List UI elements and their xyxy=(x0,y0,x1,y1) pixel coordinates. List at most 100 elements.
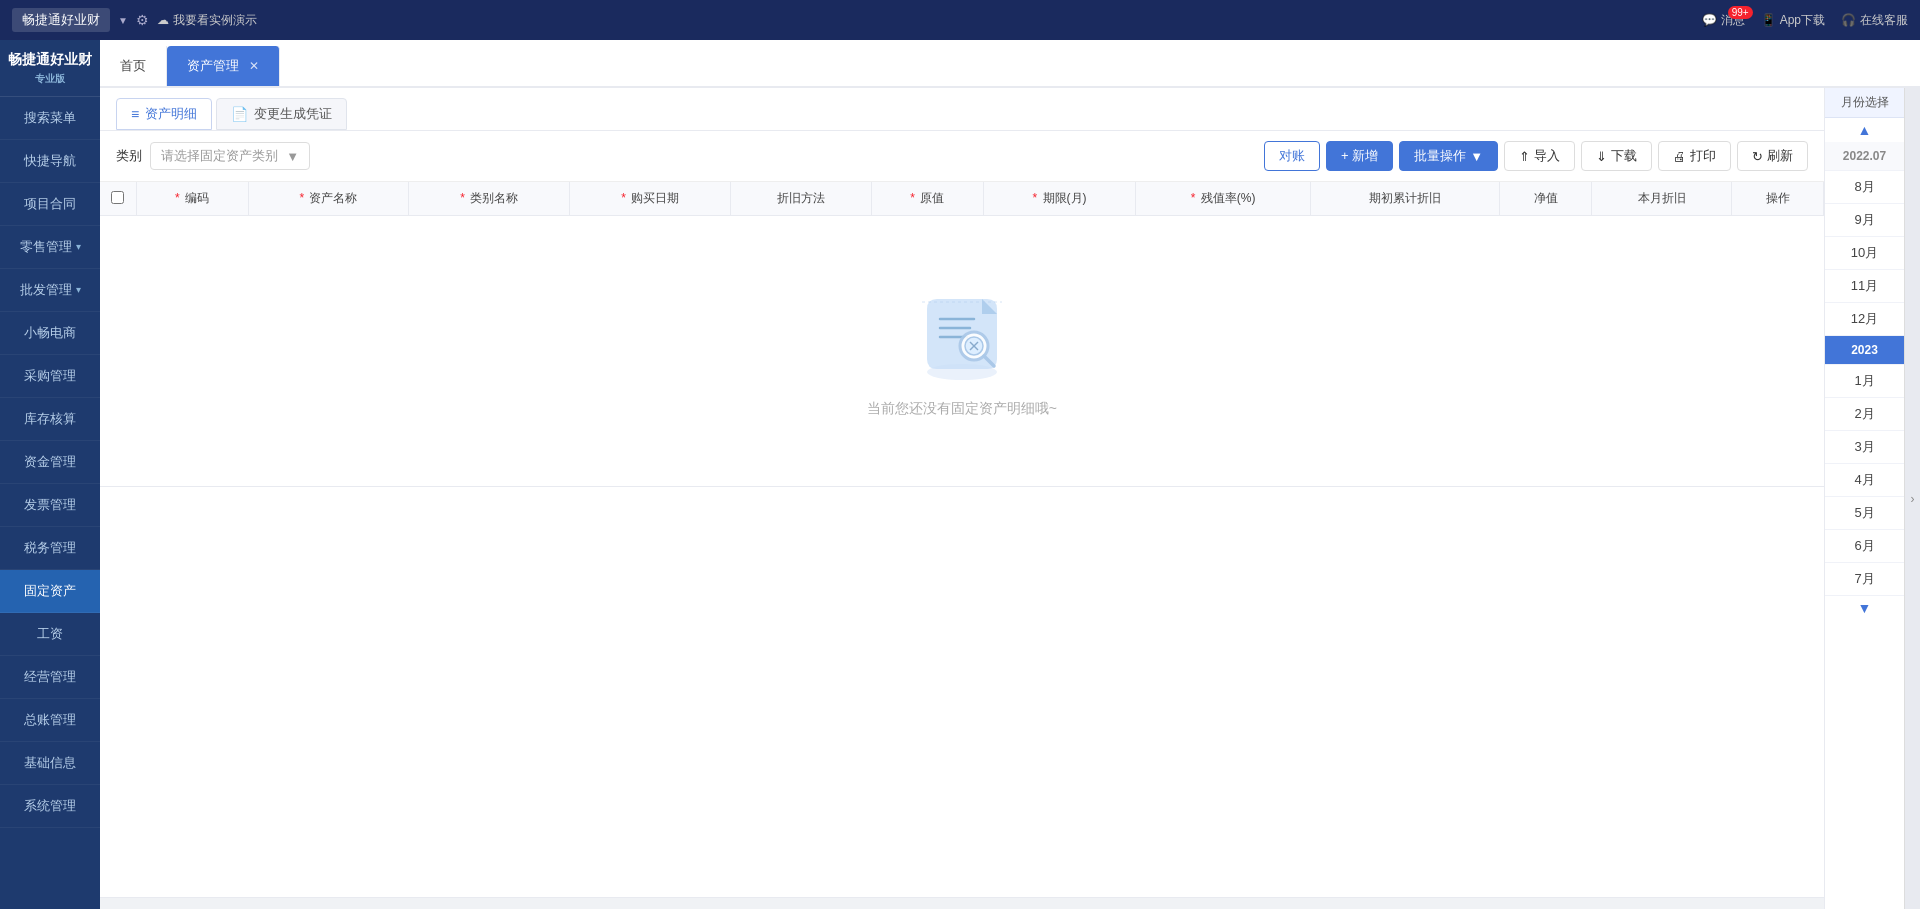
sidebar-item-basic-info[interactable]: 基础信息 xyxy=(0,742,100,785)
sub-tab-change-voucher[interactable]: 📄 变更生成凭证 xyxy=(216,98,347,130)
company-dropdown-icon[interactable]: ▼ xyxy=(118,15,128,26)
month-6-2023[interactable]: 6月 xyxy=(1825,530,1904,563)
col-monthly-depreciation: 本月折旧 xyxy=(1591,182,1731,216)
col-residual-rate: * 残值率(%) xyxy=(1136,182,1310,216)
refresh-button[interactable]: ↻ 刷新 xyxy=(1737,141,1808,171)
inner-content: ≡ 资产明细 📄 变更生成凭证 类别 请选择固定资产类别 ▼ xyxy=(100,88,1824,909)
sidebar-item-retail[interactable]: 零售管理 ▾ xyxy=(0,226,100,269)
sidebar-item-project[interactable]: 项目合同 xyxy=(0,183,100,226)
year-2023-badge[interactable]: 2023 xyxy=(1825,336,1904,365)
col-category: * 类别名称 xyxy=(409,182,570,216)
tab-asset-mgmt[interactable]: 资产管理 ✕ xyxy=(167,46,280,86)
month-7-2023[interactable]: 7月 xyxy=(1825,563,1904,596)
empty-state: 当前您还没有固定资产明细哦~ xyxy=(110,224,1814,478)
year-2022-label: 2022.07 xyxy=(1825,142,1904,171)
empty-illustration xyxy=(902,284,1022,384)
sidebar-logo: 畅捷通好业财 专业版 xyxy=(0,40,100,97)
message-button[interactable]: 💬 消息 99+ xyxy=(1702,12,1745,29)
sidebar-item-system[interactable]: 系统管理 xyxy=(0,785,100,828)
online-service-button[interactable]: 🎧 在线客服 xyxy=(1841,12,1908,29)
month-nav-up[interactable]: ▲ xyxy=(1825,118,1904,142)
top-bar: 畅捷通好业财 ▼ ⚙ ☁ 我要看实例演示 💬 消息 99+ 📱 App下载 🎧 … xyxy=(0,0,1920,40)
demo-link[interactable]: ☁ 我要看实例演示 xyxy=(157,12,257,29)
month-5-2023[interactable]: 5月 xyxy=(1825,497,1904,530)
month-11[interactable]: 11月 xyxy=(1825,270,1904,303)
print-button[interactable]: 🖨 打印 xyxy=(1658,141,1731,171)
reconcile-button[interactable]: 对账 xyxy=(1264,141,1320,171)
main-layout: 畅捷通好业财 专业版 搜索菜单 快捷导航 项目合同 零售管理 ▾ 批发管理 ▾ … xyxy=(0,40,1920,909)
col-original-value: * 原值 xyxy=(871,182,983,216)
mobile-icon: 📱 xyxy=(1761,13,1776,27)
category-label: 类别 xyxy=(116,147,142,165)
month-nav-down[interactable]: ▼ xyxy=(1825,596,1904,620)
col-checkbox xyxy=(100,182,136,216)
sidebar-item-inventory[interactable]: 库存核算 xyxy=(0,398,100,441)
retail-arrow-icon: ▾ xyxy=(76,241,81,252)
sidebar-item-purchase[interactable]: 采购管理 xyxy=(0,355,100,398)
add-button[interactable]: + 新增 xyxy=(1326,141,1393,171)
panel-collapse-button[interactable]: › xyxy=(1904,88,1920,909)
month-10[interactable]: 10月 xyxy=(1825,237,1904,270)
message-icon: 💬 xyxy=(1702,13,1717,27)
month-4-2023[interactable]: 4月 xyxy=(1825,464,1904,497)
doc-icon: 📄 xyxy=(231,106,248,122)
sidebar-item-fixed-assets[interactable]: 固定资产 xyxy=(0,570,100,613)
import-button[interactable]: ⇑ 导入 xyxy=(1504,141,1575,171)
col-accumulated-depreciation: 期初累计折旧 xyxy=(1310,182,1499,216)
bottom-scrollbar[interactable] xyxy=(100,897,1824,909)
col-period-months: * 期限(月) xyxy=(983,182,1136,216)
sidebar-item-operations[interactable]: 经营管理 xyxy=(0,656,100,699)
batch-button[interactable]: 批量操作 ▼ xyxy=(1399,141,1498,171)
sidebar-item-payroll[interactable]: 工资 xyxy=(0,613,100,656)
sidebar-item-wholesale[interactable]: 批发管理 ▾ xyxy=(0,269,100,312)
sub-tab-asset-detail[interactable]: ≡ 资产明细 xyxy=(116,98,212,130)
col-depreciation-method: 折旧方法 xyxy=(731,182,871,216)
col-purchase-date: * 购买日期 xyxy=(570,182,731,216)
col-operation: 操作 xyxy=(1732,182,1824,216)
col-name: * 资产名称 xyxy=(248,182,409,216)
settings-icon[interactable]: ⚙ xyxy=(136,12,149,28)
wholesale-arrow-icon: ▾ xyxy=(76,284,81,295)
import-icon: ⇑ xyxy=(1519,149,1530,164)
month-12[interactable]: 12月 xyxy=(1825,303,1904,336)
month-9[interactable]: 9月 xyxy=(1825,204,1904,237)
sidebar: 畅捷通好业财 专业版 搜索菜单 快捷导航 项目合同 零售管理 ▾ 批发管理 ▾ … xyxy=(0,40,100,909)
cloud-icon: ☁ xyxy=(157,13,169,27)
edition-label: 专业版 xyxy=(8,72,92,86)
tab-bar: 首页 资产管理 ✕ xyxy=(100,40,1920,88)
sidebar-item-ledger[interactable]: 总账管理 xyxy=(0,699,100,742)
download-button[interactable]: ⇓ 下载 xyxy=(1581,141,1652,171)
sidebar-item-finance[interactable]: 资金管理 xyxy=(0,441,100,484)
sidebar-item-invoice[interactable]: 发票管理 xyxy=(0,484,100,527)
app-download-button[interactable]: 📱 App下载 xyxy=(1761,12,1825,29)
sidebar-item-quick-nav[interactable]: 快捷导航 xyxy=(0,140,100,183)
table-header-row: * 编码 * 资产名称 * 类别名称 xyxy=(100,182,1824,216)
app-name: 畅捷通好业财 xyxy=(8,50,92,70)
category-select[interactable]: 请选择固定资产类别 ▼ xyxy=(150,142,310,170)
collapse-icon: › xyxy=(1911,492,1915,506)
month-2-2023[interactable]: 2月 xyxy=(1825,398,1904,431)
month-8[interactable]: 8月 xyxy=(1825,171,1904,204)
asset-table: * 编码 * 资产名称 * 类别名称 xyxy=(100,182,1824,487)
table-area: * 编码 * 资产名称 * 类别名称 xyxy=(100,182,1824,897)
company-name[interactable]: 畅捷通好业财 xyxy=(12,8,110,32)
tab-home[interactable]: 首页 xyxy=(100,46,167,86)
sub-tab-bar: ≡ 资产明细 📄 变更生成凭证 xyxy=(100,88,1824,131)
sidebar-item-search[interactable]: 搜索菜单 xyxy=(0,97,100,140)
sidebar-item-ecommerce[interactable]: 小畅电商 xyxy=(0,312,100,355)
col-code: * 编码 xyxy=(136,182,248,216)
month-1-2023[interactable]: 1月 xyxy=(1825,365,1904,398)
select-all-checkbox[interactable] xyxy=(111,191,124,204)
month-panel-header: 月份选择 xyxy=(1825,88,1904,118)
refresh-icon: ↻ xyxy=(1752,149,1763,164)
page-content: ≡ 资产明细 📄 变更生成凭证 类别 请选择固定资产类别 ▼ xyxy=(100,88,1920,909)
empty-state-row: 当前您还没有固定资产明细哦~ xyxy=(100,216,1824,487)
print-icon: 🖨 xyxy=(1673,149,1686,164)
sidebar-item-tax[interactable]: 税务管理 xyxy=(0,527,100,570)
top-bar-right: 💬 消息 99+ 📱 App下载 🎧 在线客服 xyxy=(1702,12,1908,29)
tab-close-icon[interactable]: ✕ xyxy=(249,59,259,73)
month-3-2023[interactable]: 3月 xyxy=(1825,431,1904,464)
toolbar: 类别 请选择固定资产类别 ▼ 对账 + 新增 批量操作 ▼ ⇑ xyxy=(100,131,1824,182)
list-icon: ≡ xyxy=(131,106,139,122)
col-net-value: 净值 xyxy=(1500,182,1592,216)
